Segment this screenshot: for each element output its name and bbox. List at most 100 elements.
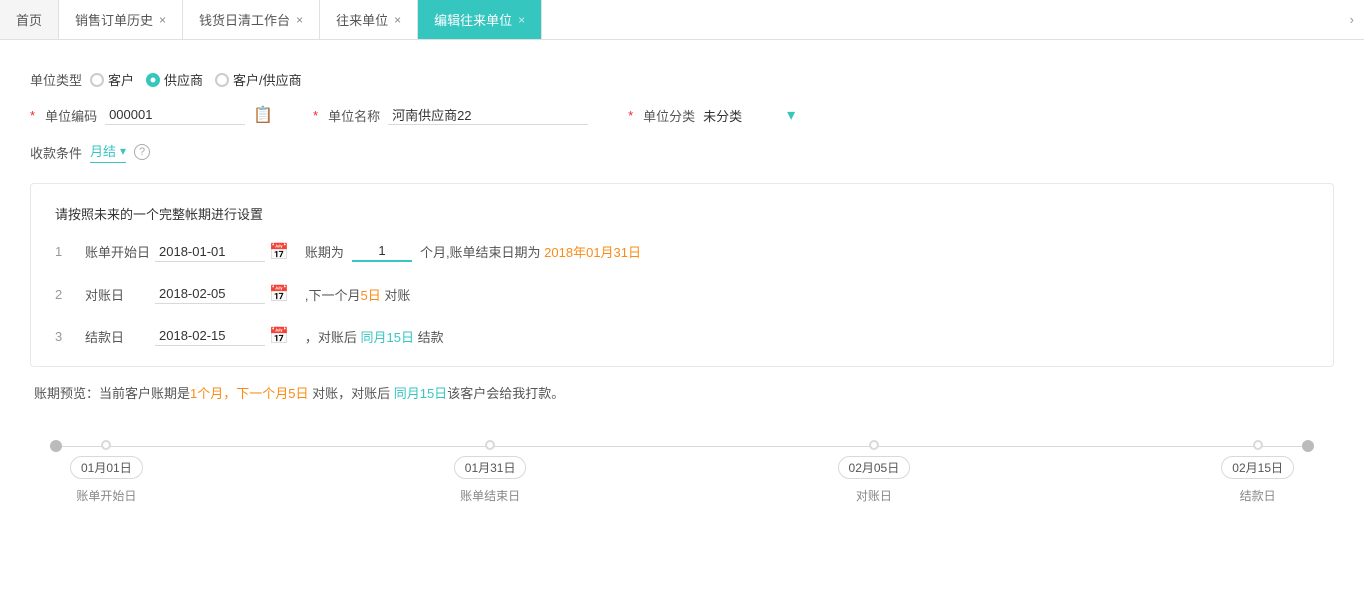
period-box-title: 请按照未来的一个完整帐期进行设置	[55, 204, 1309, 223]
preview-end: 该客户会给我打款。	[447, 386, 564, 401]
reconcile-date-input[interactable]	[155, 284, 265, 304]
tab-edit-partner[interactable]: 编辑往来单位 ×	[418, 0, 542, 39]
unit-code-star: *	[30, 108, 35, 123]
tab-cash-work[interactable]: 钱货日清工作台 ×	[183, 0, 320, 39]
close-partner-icon[interactable]: ×	[394, 13, 401, 27]
period-row-2: 2 对账日 📅 ,下一个月5日 对账	[55, 284, 1309, 304]
timeline-dot-3	[869, 440, 879, 450]
tab-home-label: 首页	[16, 10, 42, 29]
timeline-sublabel-4: 结款日	[1240, 487, 1276, 504]
radio-both-label: 客户/供应商	[233, 70, 302, 89]
unit-info-row: * 单位编码 📋 * 单位名称 * 单位分类 未分类 ▾	[30, 105, 1334, 125]
period-end-date-highlight: 2018年01月31日	[544, 242, 641, 261]
unit-name-label: 单位名称	[328, 106, 380, 125]
close-cash-work-icon[interactable]: ×	[296, 13, 303, 27]
period-row-2-num: 2	[55, 287, 85, 302]
preview-label: 账期预览：当前客户账期是	[34, 386, 190, 401]
timeline-node-1: 01月01日 账单开始日	[70, 426, 143, 504]
timeline-node-4: 02月15日 结款日	[1221, 426, 1294, 504]
unit-category-select[interactable]: 未分类 ▾	[703, 105, 823, 125]
unit-code-label: 单位编码	[45, 106, 97, 125]
radio-supplier-label: 供应商	[164, 70, 203, 89]
timeline-dot-2	[485, 440, 495, 450]
timeline-left-end-dot	[50, 440, 62, 452]
period-row-3-num: 3	[55, 329, 85, 344]
help-icon[interactable]: ?	[134, 144, 150, 160]
preview-1m: 1个月，	[190, 386, 236, 401]
copy-icon[interactable]: 📋	[253, 105, 273, 125]
timeline-dot-1	[101, 440, 111, 450]
unit-name-star: *	[313, 108, 318, 123]
radio-both-circle	[215, 73, 229, 87]
tabs-bar: 首页 销售订单历史 × 钱货日清工作台 × 往来单位 × 编辑往来单位 × ›	[0, 0, 1364, 40]
preview-text: 账期预览：当前客户账期是1个月，下一个月5日 对账，对账后 同月15日该客户会给…	[30, 383, 1334, 402]
payment-condition-label: 收款条件	[30, 143, 82, 162]
tab-more-arrow[interactable]: ›	[1340, 0, 1364, 39]
unit-name-field: * 单位名称	[313, 105, 588, 125]
timeline-dot-4	[1253, 440, 1263, 450]
period-row-2-text2: 对账	[381, 285, 411, 304]
unit-name-input[interactable]	[388, 105, 588, 125]
radio-group-unit-type: 客户 供应商 客户/供应商	[90, 70, 302, 89]
payment-date-input[interactable]	[155, 326, 265, 346]
timeline-badge-4: 02月15日	[1221, 456, 1294, 479]
timeline-sublabel-3: 对账日	[856, 487, 892, 504]
radio-customer[interactable]: 客户	[90, 70, 134, 89]
payment-condition-row: 收款条件 月结 ▾ ?	[30, 141, 1334, 163]
unit-category-star: *	[628, 108, 633, 123]
tab-edit-partner-label: 编辑往来单位	[434, 10, 512, 29]
period-row-1-after-input: 个月,账单结束日期为	[420, 242, 544, 261]
period-settings-box: 请按照未来的一个完整帐期进行设置 1 账单开始日 📅 账期为 个月,账单结束日期…	[30, 183, 1334, 367]
radio-customer-circle	[90, 73, 104, 87]
timeline-right-end-dot	[1302, 440, 1314, 452]
tab-partner[interactable]: 往来单位 ×	[320, 0, 418, 39]
timeline-nodes: 01月01日 账单开始日 01月31日 账单结束日 02月05日 对账日 02月…	[50, 426, 1314, 504]
radio-both[interactable]: 客户/供应商	[215, 70, 302, 89]
payment-condition-value: 月结	[90, 141, 116, 160]
question-mark: ?	[139, 146, 145, 158]
timeline-node-3: 02月05日 对账日	[838, 426, 911, 504]
timeline-badge-1: 01月01日	[70, 456, 143, 479]
period-row-3-text2: 结款	[414, 327, 444, 346]
chevron-right-icon: ›	[1350, 12, 1354, 27]
period-row-3-highlight: 同月15日	[361, 327, 414, 346]
start-date-calendar-icon[interactable]: 📅	[269, 242, 289, 262]
period-row-3: 3 结款日 📅 ，对账后 同月15日 结款	[55, 326, 1309, 346]
period-row-2-text1: ,下一个月	[305, 285, 361, 304]
period-months-input[interactable]	[352, 241, 412, 262]
period-row-1: 1 账单开始日 📅 账期为 个月,账单结束日期为 2018年01月31日	[55, 241, 1309, 262]
unit-type-label: 单位类型	[30, 70, 82, 89]
unit-category-field: * 单位分类 未分类 ▾	[628, 105, 823, 125]
timeline-node-2: 01月31日 账单结束日	[454, 426, 527, 504]
timeline-line	[60, 446, 1304, 447]
timeline-badge-3: 02月05日	[838, 456, 911, 479]
unit-category-value: 未分类	[703, 106, 783, 125]
period-row-1-label: 账单开始日	[85, 242, 155, 261]
reconcile-date-calendar-icon[interactable]: 📅	[269, 284, 289, 304]
period-row-2-highlight: 5日	[361, 285, 381, 304]
period-row-3-text1: ，对账后	[305, 327, 361, 346]
payment-date-calendar-icon[interactable]: 📅	[269, 326, 289, 346]
unit-code-input[interactable]	[105, 105, 245, 125]
timeline-sublabel-2: 账单结束日	[460, 487, 520, 504]
preview-mid: 对账，对账后	[308, 386, 393, 401]
tab-sales-history[interactable]: 销售订单历史 ×	[59, 0, 183, 39]
tab-partner-label: 往来单位	[336, 10, 388, 29]
payment-condition-select[interactable]: 月结 ▾	[90, 141, 126, 163]
unit-type-row: 单位类型 客户 供应商 客户/供应商	[30, 70, 1334, 89]
close-edit-partner-icon[interactable]: ×	[518, 13, 525, 27]
payment-chevron-down-icon: ▾	[120, 144, 126, 158]
close-sales-history-icon[interactable]: ×	[159, 13, 166, 27]
main-content: 单位类型 客户 供应商 客户/供应商 * 单位编码	[0, 40, 1364, 608]
period-row-2-label: 对账日	[85, 285, 155, 304]
tab-cash-work-label: 钱货日清工作台	[199, 10, 290, 29]
radio-customer-label: 客户	[108, 70, 134, 89]
start-date-input[interactable]	[155, 242, 265, 262]
preview-pay-day: 同月15日	[394, 386, 447, 401]
period-row-1-num: 1	[55, 244, 85, 259]
period-row-1-before-input: 账期为	[305, 242, 344, 261]
unit-category-label: 单位分类	[643, 106, 695, 125]
tab-home[interactable]: 首页	[0, 0, 59, 39]
payment-condition-field: 收款条件 月结 ▾ ?	[30, 141, 150, 163]
radio-supplier[interactable]: 供应商	[146, 70, 203, 89]
